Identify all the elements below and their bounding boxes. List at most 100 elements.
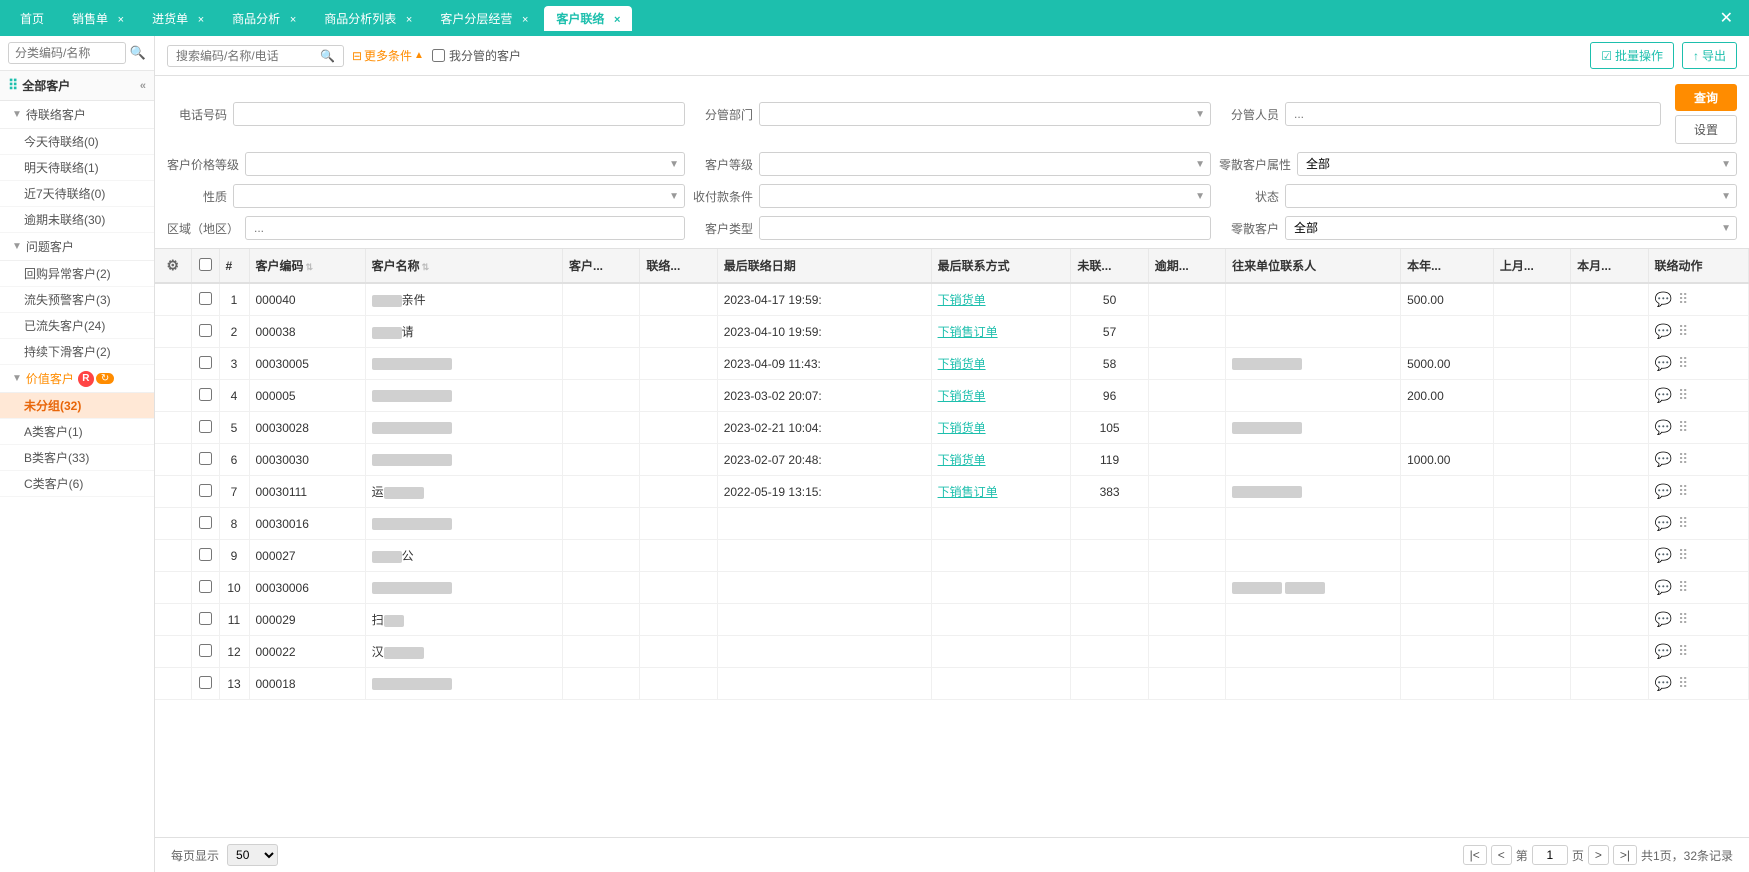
th-this-month[interactable]: 本月...	[1571, 249, 1648, 283]
td-checkbox[interactable]	[191, 283, 219, 316]
sidebar-collapse-icon[interactable]: «	[140, 80, 146, 92]
th-code[interactable]: 客户编码⇅	[249, 249, 365, 283]
th-last-month[interactable]: 上月...	[1493, 249, 1570, 283]
all-customers-header[interactable]: ⠿ 全部客户 «	[0, 71, 154, 101]
filter-more-btn[interactable]: ⊟ 更多条件 ▲	[352, 47, 424, 64]
row-checkbox[interactable]	[199, 356, 212, 369]
th-this-year[interactable]: 本年...	[1401, 249, 1494, 283]
sidebar-item-overdue[interactable]: 逾期未联络(30)	[0, 207, 154, 233]
th-last-contact-method[interactable]: 最后联系方式	[931, 249, 1071, 283]
th-checkbox[interactable]	[191, 249, 219, 283]
action-grid-icon[interactable]: ⠿	[1678, 547, 1688, 564]
sidebar-group-problem-header[interactable]: ▼ 问题客户	[0, 233, 154, 261]
filter-search-input[interactable]	[176, 49, 316, 63]
filter-region-input[interactable]	[245, 216, 685, 240]
row-checkbox[interactable]	[199, 452, 212, 465]
action-chat-icon[interactable]: 💬	[1655, 387, 1672, 404]
sidebar-search-icon[interactable]: 🔍	[130, 45, 146, 61]
filter-manager-input[interactable]	[1285, 102, 1661, 126]
td-checkbox[interactable]	[191, 412, 219, 444]
action-grid-icon[interactable]: ⠿	[1678, 355, 1688, 372]
sidebar-item-churn-risk[interactable]: 流失预警客户(3)	[0, 287, 154, 313]
export-button[interactable]: ↑ 导出	[1682, 42, 1737, 69]
last-page-btn[interactable]: >|	[1613, 845, 1637, 865]
select-all-checkbox[interactable]	[199, 258, 212, 271]
action-chat-icon[interactable]: 💬	[1655, 291, 1672, 308]
td-checkbox[interactable]	[191, 604, 219, 636]
per-page-select[interactable]: 50 100 200	[227, 844, 278, 866]
filter-search-icon[interactable]: 🔍	[320, 49, 335, 63]
settings-icon[interactable]: ⚙	[166, 257, 179, 273]
filter-dept-select[interactable]	[759, 102, 1211, 126]
filter-customer-type-input[interactable]	[759, 216, 1211, 240]
filter-level-select[interactable]	[759, 152, 1211, 176]
sidebar-item-ungraded[interactable]: 未分组(32)	[0, 393, 154, 419]
sidebar-item-abnormal[interactable]: 回购异常客户(2)	[0, 261, 154, 287]
tab-sales-close[interactable]: ×	[118, 14, 124, 26]
row-checkbox[interactable]	[199, 324, 212, 337]
value-refresh-badge[interactable]: ↻	[96, 373, 114, 384]
row-checkbox[interactable]	[199, 420, 212, 433]
td-checkbox[interactable]	[191, 668, 219, 700]
tab-product-list-close[interactable]: ×	[406, 14, 412, 26]
tab-purchase[interactable]: 进货单 ×	[140, 6, 216, 31]
row-checkbox[interactable]	[199, 580, 212, 593]
action-chat-icon[interactable]: 💬	[1655, 675, 1672, 692]
app-close-button[interactable]: ✕	[1712, 8, 1741, 28]
sidebar-item-today[interactable]: 今天待联络(0)	[0, 129, 154, 155]
action-chat-icon[interactable]: 💬	[1655, 323, 1672, 340]
first-page-btn[interactable]: |<	[1463, 845, 1487, 865]
sidebar-item-a-type[interactable]: A类客户(1)	[0, 419, 154, 445]
action-chat-icon[interactable]: 💬	[1655, 451, 1672, 468]
td-checkbox[interactable]	[191, 508, 219, 540]
batch-ops-button[interactable]: ☑ 批量操作	[1590, 42, 1674, 69]
sidebar-group-pending-header[interactable]: ▼ 待联络客户	[0, 101, 154, 129]
action-grid-icon[interactable]: ⠿	[1678, 611, 1688, 628]
th-uncontacted[interactable]: 未联...	[1071, 249, 1148, 283]
td-checkbox[interactable]	[191, 636, 219, 668]
th-unit-contact[interactable]: 往来单位联系人	[1226, 249, 1401, 283]
filter-nature-select[interactable]	[233, 184, 685, 208]
sidebar-item-tomorrow[interactable]: 明天待联络(1)	[0, 155, 154, 181]
sidebar-item-declining[interactable]: 持续下滑客户(2)	[0, 339, 154, 365]
th-overdue[interactable]: 逾期...	[1148, 249, 1225, 283]
tab-product-analysis[interactable]: 商品分析 ×	[220, 6, 308, 31]
row-checkbox[interactable]	[199, 676, 212, 689]
row-checkbox[interactable]	[199, 484, 212, 497]
th-type[interactable]: 客户...	[563, 249, 640, 283]
contact-method-link[interactable]: 下销货单	[938, 389, 986, 403]
th-last-contact-date[interactable]: 最后联络日期	[717, 249, 931, 283]
tab-home[interactable]: 首页	[8, 6, 56, 31]
sidebar-item-week[interactable]: 近7天待联络(0)	[0, 181, 154, 207]
reset-button[interactable]: 设置	[1675, 115, 1737, 144]
contact-method-link[interactable]: 下销售订单	[938, 325, 998, 339]
filter-retail-select[interactable]: 全部	[1285, 216, 1737, 240]
action-chat-icon[interactable]: 💬	[1655, 579, 1672, 596]
sidebar-group-value-header[interactable]: ▼ 价值客户 R ↻	[0, 365, 154, 393]
page-input[interactable]	[1532, 845, 1568, 865]
action-grid-icon[interactable]: ⠿	[1678, 291, 1688, 308]
row-checkbox[interactable]	[199, 548, 212, 561]
query-button[interactable]: 查询	[1675, 84, 1737, 111]
my-customers-checkbox[interactable]	[432, 49, 445, 62]
tab-product-analysis-close[interactable]: ×	[290, 14, 296, 26]
contact-method-link[interactable]: 下销货单	[938, 357, 986, 371]
contact-method-link[interactable]: 下销货单	[938, 293, 986, 307]
action-chat-icon[interactable]: 💬	[1655, 419, 1672, 436]
th-contact[interactable]: 联络...	[640, 249, 717, 283]
filter-retail-attr-select[interactable]: 全部	[1297, 152, 1737, 176]
next-page-btn[interactable]: >	[1588, 845, 1609, 865]
action-grid-icon[interactable]: ⠿	[1678, 579, 1688, 596]
tab-customer-segment[interactable]: 客户分层经营 ×	[428, 6, 540, 31]
td-checkbox[interactable]	[191, 572, 219, 604]
td-checkbox[interactable]	[191, 476, 219, 508]
action-grid-icon[interactable]: ⠿	[1678, 515, 1688, 532]
filter-status-select[interactable]	[1285, 184, 1737, 208]
tab-purchase-close[interactable]: ×	[198, 14, 204, 26]
action-chat-icon[interactable]: 💬	[1655, 355, 1672, 372]
row-checkbox[interactable]	[199, 644, 212, 657]
row-checkbox[interactable]	[199, 292, 212, 305]
action-grid-icon[interactable]: ⠿	[1678, 387, 1688, 404]
action-grid-icon[interactable]: ⠿	[1678, 419, 1688, 436]
tab-product-list[interactable]: 商品分析列表 ×	[312, 6, 424, 31]
